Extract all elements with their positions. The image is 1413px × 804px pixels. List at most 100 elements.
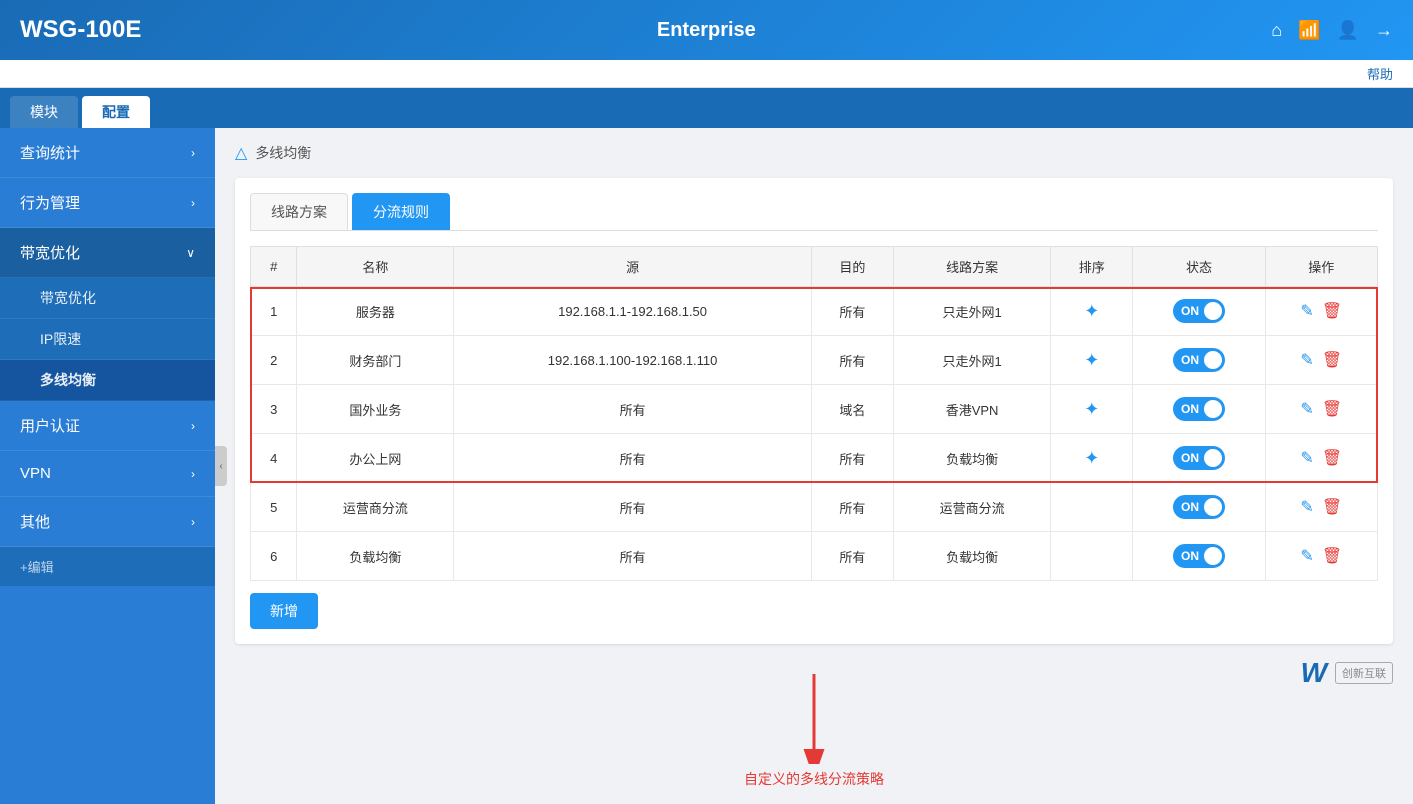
cell-id: 2 — [251, 336, 297, 385]
sidebar-collapse-button[interactable]: ‹ — [215, 446, 227, 486]
delete-icon[interactable]: 🗑 — [1322, 350, 1342, 370]
tab-module[interactable]: 模块 — [10, 96, 78, 128]
sort-icon[interactable]: ✦ — [1084, 301, 1099, 321]
annotation-text: 自定义的多线分流策略 — [744, 769, 884, 789]
cell-name: 国外业务 — [297, 385, 454, 434]
sidebar-item-other-label: 其他 — [20, 511, 50, 532]
cell-name: 办公上网 — [297, 434, 454, 483]
footer-logo: W 创新互联 — [1301, 657, 1393, 689]
header-logo: WSG-100E — [20, 16, 141, 44]
sidebar-item-query[interactable]: 查询统计 › — [0, 128, 215, 178]
chevron-vpn: › — [191, 467, 195, 481]
cell-status: ON — [1133, 385, 1265, 434]
toggle-switch[interactable]: ON — [1173, 348, 1225, 372]
toggle-switch[interactable]: ON — [1173, 299, 1225, 323]
sort-icon[interactable]: ✦ — [1084, 350, 1099, 370]
chevron-bandwidth: ∨ — [186, 246, 195, 260]
header-center: Enterprise — [657, 19, 756, 42]
data-table: # 名称 源 目的 线路方案 排序 状态 操作 1服务器192.168.1.1-… — [250, 246, 1378, 581]
cell-dest: 域名 — [811, 385, 893, 434]
module-tabs: 模块 配置 — [0, 88, 1413, 128]
sidebar-item-other[interactable]: 其他 › — [0, 497, 215, 547]
cell-status: ON — [1133, 336, 1265, 385]
action-icons: ✎🗑 — [1274, 448, 1369, 468]
cell-route: 运营商分流 — [894, 483, 1051, 532]
cell-actions: ✎🗑 — [1265, 336, 1377, 385]
sidebar-item-vpn-label: VPN — [20, 465, 51, 482]
action-icons: ✎🗑 — [1274, 301, 1369, 321]
header-icons: ⌂ 📶 👤 → — [1271, 20, 1393, 41]
w-logo: W — [1301, 657, 1327, 689]
cell-id: 3 — [251, 385, 297, 434]
company-logo: 创新互联 — [1335, 662, 1393, 684]
toggle-switch[interactable]: ON — [1173, 397, 1225, 421]
tab-route-plan[interactable]: 线路方案 — [250, 193, 348, 230]
delete-icon[interactable]: 🗑 — [1322, 301, 1342, 321]
cell-dest: 所有 — [811, 483, 893, 532]
cell-route: 负载均衡 — [894, 532, 1051, 581]
col-header-name: 名称 — [297, 247, 454, 287]
cell-dest: 所有 — [811, 336, 893, 385]
cell-source: 所有 — [454, 483, 811, 532]
sidebar-item-query-label: 查询统计 — [20, 142, 80, 163]
col-header-action: 操作 — [1265, 247, 1377, 287]
sidebar-sub-bandwidth-opt[interactable]: 带宽优化 — [0, 278, 215, 319]
sidebar-item-behavior[interactable]: 行为管理 › — [0, 178, 215, 228]
cell-actions: ✎🗑 — [1265, 287, 1377, 336]
sidebar-item-user-auth-label: 用户认证 — [20, 415, 80, 436]
sidebar: 查询统计 › 行为管理 › 带宽优化 ∨ 带宽优化 IP限速 多线均衡 用户认证… — [0, 128, 215, 804]
wifi-icon[interactable]: 📶 — [1298, 20, 1320, 41]
sidebar-item-bandwidth[interactable]: 带宽优化 ∨ — [0, 228, 215, 278]
edit-icon[interactable]: ✎ — [1300, 350, 1313, 370]
sort-icon[interactable]: ✦ — [1084, 399, 1099, 419]
help-link[interactable]: 帮助 — [1367, 67, 1393, 82]
logout-icon[interactable]: → — [1375, 20, 1393, 41]
action-icons: ✎🗑 — [1274, 350, 1369, 370]
cell-actions: ✎🗑 — [1265, 434, 1377, 483]
cell-sort: ✦ — [1051, 385, 1133, 434]
delete-icon[interactable]: 🗑 — [1322, 546, 1342, 566]
sidebar-item-vpn[interactable]: VPN › — [0, 451, 215, 497]
sidebar-item-behavior-label: 行为管理 — [20, 192, 80, 213]
edit-icon[interactable]: ✎ — [1300, 546, 1313, 566]
sort-icon[interactable]: ✦ — [1084, 448, 1099, 468]
main-content: △ 多线均衡 线路方案 分流规则 # 名称 源 目的 — [215, 128, 1413, 804]
table-row: 5运营商分流所有所有运营商分流ON✎🗑 — [251, 483, 1378, 532]
delete-icon[interactable]: 🗑 — [1322, 399, 1342, 419]
cell-source: 所有 — [454, 532, 811, 581]
cell-dest: 所有 — [811, 434, 893, 483]
cell-route: 香港VPN — [894, 385, 1051, 434]
cell-source: 192.168.1.100-192.168.1.110 — [454, 336, 811, 385]
sidebar-sub-ip-limit[interactable]: IP限速 — [0, 319, 215, 360]
toggle-knob — [1204, 449, 1222, 467]
cell-route: 负载均衡 — [894, 434, 1051, 483]
cell-id: 4 — [251, 434, 297, 483]
sidebar-sub-multiline[interactable]: 多线均衡 — [0, 360, 215, 401]
sidebar-add-edit[interactable]: +编辑 — [0, 547, 215, 586]
delete-icon[interactable]: 🗑 — [1322, 448, 1342, 468]
tab-config[interactable]: 配置 — [82, 96, 150, 128]
cell-name: 服务器 — [297, 287, 454, 336]
cell-sort — [1051, 532, 1133, 581]
breadcrumb: △ 多线均衡 — [235, 143, 1393, 163]
edit-icon[interactable]: ✎ — [1300, 448, 1313, 468]
col-header-source: 源 — [454, 247, 811, 287]
edit-icon[interactable]: ✎ — [1300, 399, 1313, 419]
cell-source: 所有 — [454, 434, 811, 483]
toggle-switch[interactable]: ON — [1173, 544, 1225, 568]
toggle-switch[interactable]: ON — [1173, 495, 1225, 519]
toggle-switch[interactable]: ON — [1173, 446, 1225, 470]
home-icon[interactable]: ⌂ — [1271, 20, 1282, 41]
delete-icon[interactable]: 🗑 — [1322, 497, 1342, 517]
edit-icon[interactable]: ✎ — [1300, 497, 1313, 517]
user-icon[interactable]: 👤 — [1337, 20, 1359, 41]
tab-flow-rules[interactable]: 分流规则 — [352, 193, 450, 230]
cell-sort: ✦ — [1051, 287, 1133, 336]
card: 线路方案 分流规则 # 名称 源 目的 线路方案 排序 状态 — [235, 178, 1393, 644]
add-button[interactable]: 新增 — [250, 593, 318, 629]
header: WSG-100E Enterprise ⌂ 📶 👤 → — [0, 0, 1413, 60]
edit-icon[interactable]: ✎ — [1300, 301, 1313, 321]
toggle-knob — [1204, 400, 1222, 418]
toggle-knob — [1204, 547, 1222, 565]
sidebar-item-user-auth[interactable]: 用户认证 › — [0, 401, 215, 451]
